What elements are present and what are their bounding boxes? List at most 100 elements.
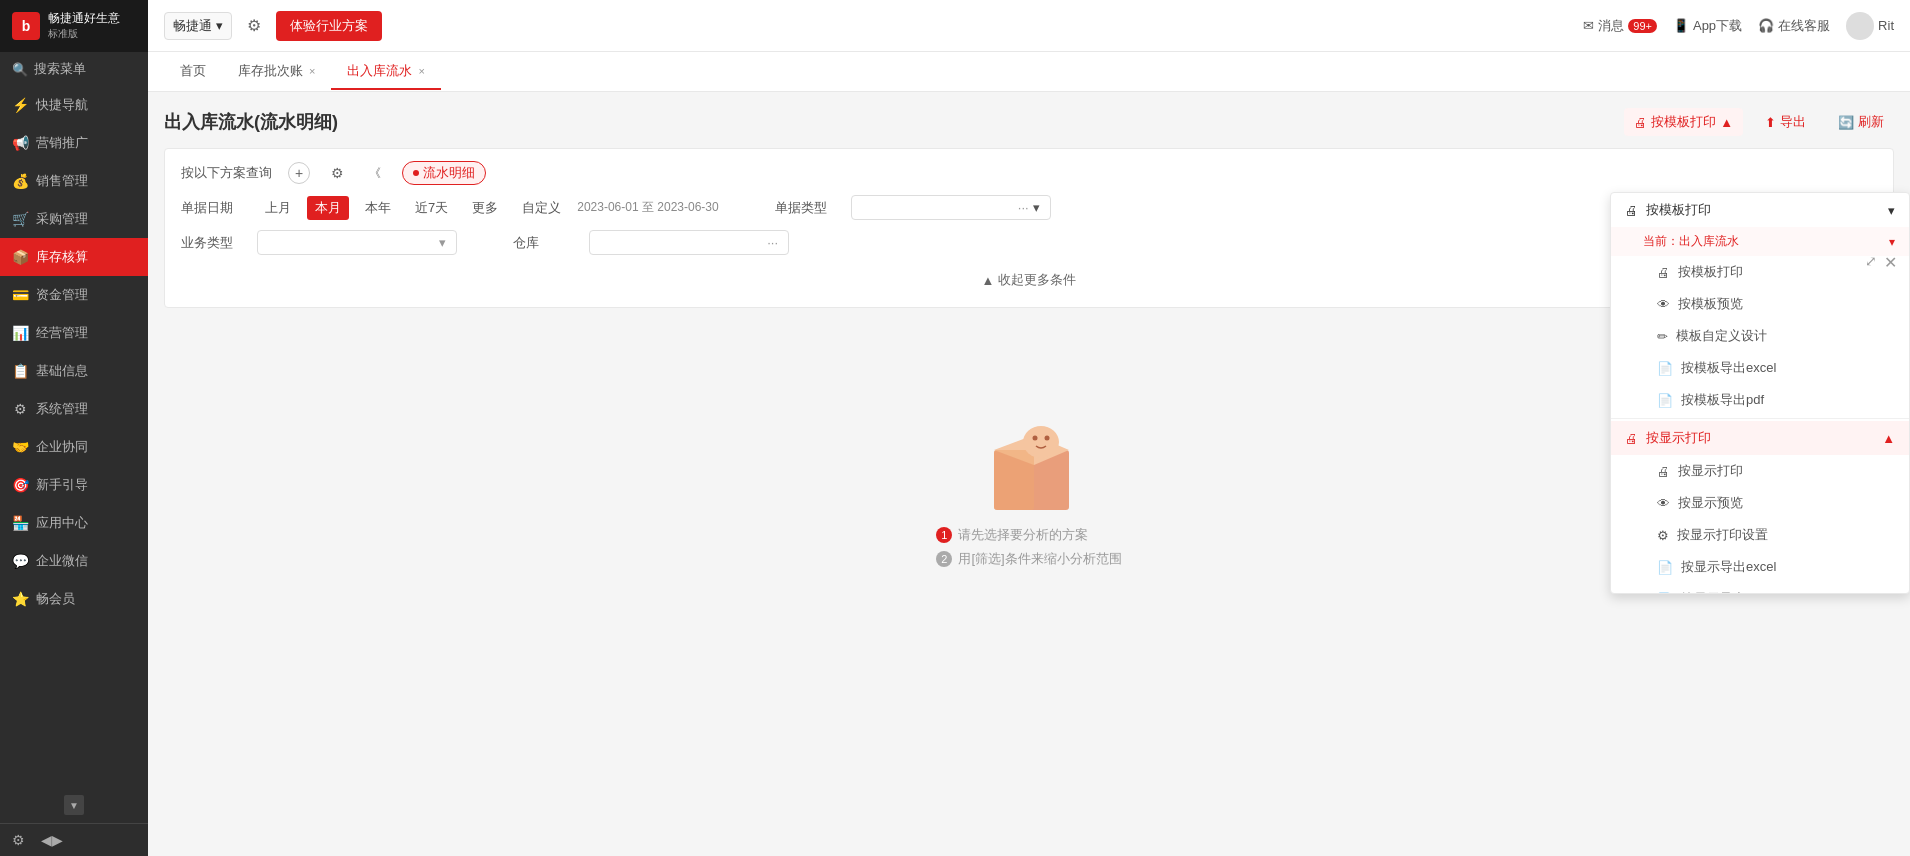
display-preview-item[interactable]: 👁 按显示预览 [1611,487,1909,519]
inventory-icon: 📦 [12,249,28,265]
template-preview-label: 按模板预览 [1678,295,1743,313]
dropdown-expand-btn[interactable]: ⤢ [1865,253,1877,269]
date-btn-last-month[interactable]: 上月 [257,196,299,220]
sidebar-item-label: 销售管理 [36,172,88,190]
page-header: 出入库流水(流水明细) 🖨 按模板打印 ▲ ⬆ 导出 🔄 刷新 [164,108,1894,136]
print-icon: 🖨 [1657,265,1670,280]
sidebar-item-marketing[interactable]: 📢 营销推广 [0,124,148,162]
date-range-display: 2023-06-01 至 2023-06-30 [577,199,718,216]
display-export-pdf-item[interactable]: 📄 按显示导出pdf [1611,583,1909,593]
template-export-pdf-label: 按模板导出pdf [1681,391,1764,409]
warehouse-input[interactable]: ··· [589,230,789,255]
date-btn-last7[interactable]: 近7天 [407,196,456,220]
sidebar-scroll-down[interactable]: ▼ [64,795,84,815]
template-export-pdf-item[interactable]: 📄 按模板导出pdf [1611,384,1909,416]
sidebar-item-label: 库存核算 [36,248,88,266]
dropdown-close-btn[interactable]: ✕ [1884,253,1897,272]
template-export-excel-item[interactable]: 📄 按模板导出excel [1611,352,1909,384]
current-label: 当前：出入库流水 [1643,233,1739,250]
sidebar-item-inventory[interactable]: 📦 库存核算 [0,238,148,276]
filter-tag-label: 流水明细 [423,164,475,182]
system-icon: ⚙ [12,401,28,417]
display-export-excel-item[interactable]: 📄 按显示导出excel [1611,551,1909,583]
svg-point-3 [1023,426,1059,458]
logo-icon: b [12,12,40,40]
sidebar-item-member[interactable]: ⭐ 畅会员 [0,580,148,618]
dropdown-divider-1 [1611,418,1909,419]
tab-inventory-batch-label: 库存批次账 [238,62,303,80]
app-download-label: App下载 [1693,17,1742,35]
sidebar-item-sales[interactable]: 💰 销售管理 [0,162,148,200]
date-btn-custom[interactable]: 自定义 [514,196,569,220]
search-icon: 🔍 [12,62,28,77]
header-left: 畅捷通 ▾ ⚙ 体验行业方案 [164,11,1571,41]
online-service-btn[interactable]: 🎧 在线客服 [1758,17,1830,35]
sidebar-item-quick-nav[interactable]: ⚡ 快捷导航 [0,86,148,124]
sidebar-item-purchase[interactable]: 🛒 采购管理 [0,200,148,238]
export-btn[interactable]: ⬆ 导出 [1755,108,1816,136]
sidebar-item-appstore[interactable]: 🏪 应用中心 [0,504,148,542]
app-download-btn[interactable]: 📱 App下载 [1673,17,1742,35]
company-dropdown[interactable]: 畅捷通 ▾ [164,12,232,40]
date-btn-more[interactable]: 更多 [464,196,506,220]
warehouse-more-btn[interactable]: ··· [767,235,778,250]
refresh-btn[interactable]: 🔄 刷新 [1828,108,1894,136]
settings-bottom-icon[interactable]: ⚙ [12,832,25,848]
date-filter: 上月 本月 本年 近7天 更多 自定义 2023-06-01 至 2023-06… [257,196,719,220]
wechat-icon: 💬 [12,553,28,569]
tab-inventory-flow[interactable]: 出入库流水 × [331,54,440,90]
sidebar-item-system[interactable]: ⚙ 系统管理 [0,390,148,428]
sidebar-item-basic[interactable]: 📋 基础信息 [0,352,148,390]
basic-icon: 📋 [12,363,28,379]
current-template-item[interactable]: 当前：出入库流水 ▾ [1611,227,1909,256]
template-design-item[interactable]: ✏ 模板自定义设计 [1611,320,1909,352]
sidebar-item-label: 畅会员 [36,590,75,608]
filter-tag-liushuimingxi[interactable]: 流水明细 [402,161,486,185]
sidebar-item-label: 营销推广 [36,134,88,152]
sidebar-bottom: ⚙ ◀▶ [0,823,148,856]
doc-type-input[interactable]: ··· ▾ [851,195,1051,220]
tab-inventory-batch[interactable]: 库存批次账 × [222,54,331,90]
message-btn[interactable]: ✉ 消息 99+ [1583,17,1657,35]
filter-settings-btn[interactable]: ⚙ [326,162,348,184]
sidebar-item-operation[interactable]: 📊 经营管理 [0,314,148,352]
display-print-settings-item[interactable]: ⚙ 按显示打印设置 [1611,519,1909,551]
date-btn-this-year[interactable]: 本年 [357,196,399,220]
sidebar-search[interactable]: 🔍 搜索菜单 [0,52,148,86]
headset-icon: 🎧 [1758,18,1774,33]
tab-inventory-batch-close[interactable]: × [309,65,315,77]
tab-inventory-flow-close[interactable]: × [418,65,424,77]
top-header: 畅捷通 ▾ ⚙ 体验行业方案 ✉ 消息 99+ 📱 App下载 🎧 在线客服 [148,0,1910,52]
filter-tag-dot [413,170,419,176]
empty-svg [969,410,1099,520]
sidebar-item-finance[interactable]: 💳 资金管理 [0,276,148,314]
biz-type-select[interactable]: ▾ [257,230,457,255]
template-print-section-header[interactable]: 🖨 按模板打印 ▾ [1611,193,1909,227]
display-print-section-header[interactable]: 🖨 按显示打印 ▲ [1611,421,1909,455]
sidebar-item-label: 新手引导 [36,476,88,494]
chevron-down-icon: ▾ [1033,200,1040,215]
date-btn-this-month[interactable]: 本月 [307,196,349,220]
display-preview-icon: 👁 [1657,496,1670,511]
collapse-sidebar-icon[interactable]: ◀▶ [41,832,63,848]
template-print-btn[interactable]: 🖨 按模板打印 ▲ [1624,108,1743,136]
sidebar-item-wechat[interactable]: 💬 企业微信 [0,542,148,580]
filter-collapse-btn[interactable]: 《 [364,162,386,184]
sidebar-item-coop[interactable]: 🤝 企业协同 [0,428,148,466]
sidebar-item-guide[interactable]: 🎯 新手引导 [0,466,148,504]
display-print-item[interactable]: 🖨 按显示打印 [1611,455,1909,487]
tab-home[interactable]: 首页 [164,54,222,90]
template-preview-item[interactable]: 👁 按模板预览 [1611,288,1909,320]
sidebar-nav: ⚡ 快捷导航 📢 营销推广 💰 销售管理 🛒 采购管理 📦 库存核算 💳 资金管… [0,86,148,791]
industry-btn[interactable]: 体验行业方案 [276,11,382,41]
header-settings-btn[interactable]: ⚙ [240,12,268,40]
display-export-excel-label: 按显示导出excel [1681,558,1776,576]
excel-icon: 📄 [1657,361,1673,376]
filter-add-btn[interactable]: + [288,162,310,184]
user-avatar-btn[interactable]: Rit [1846,12,1894,40]
tab-home-label: 首页 [180,62,206,80]
sales-icon: 💰 [12,173,28,189]
filter-row-1: 按以下方案查询 + ⚙ 《 流水明细 [181,161,1877,185]
doc-type-more-btn[interactable]: ··· [1018,200,1029,215]
search-scheme-label: 按以下方案查询 [181,164,272,182]
